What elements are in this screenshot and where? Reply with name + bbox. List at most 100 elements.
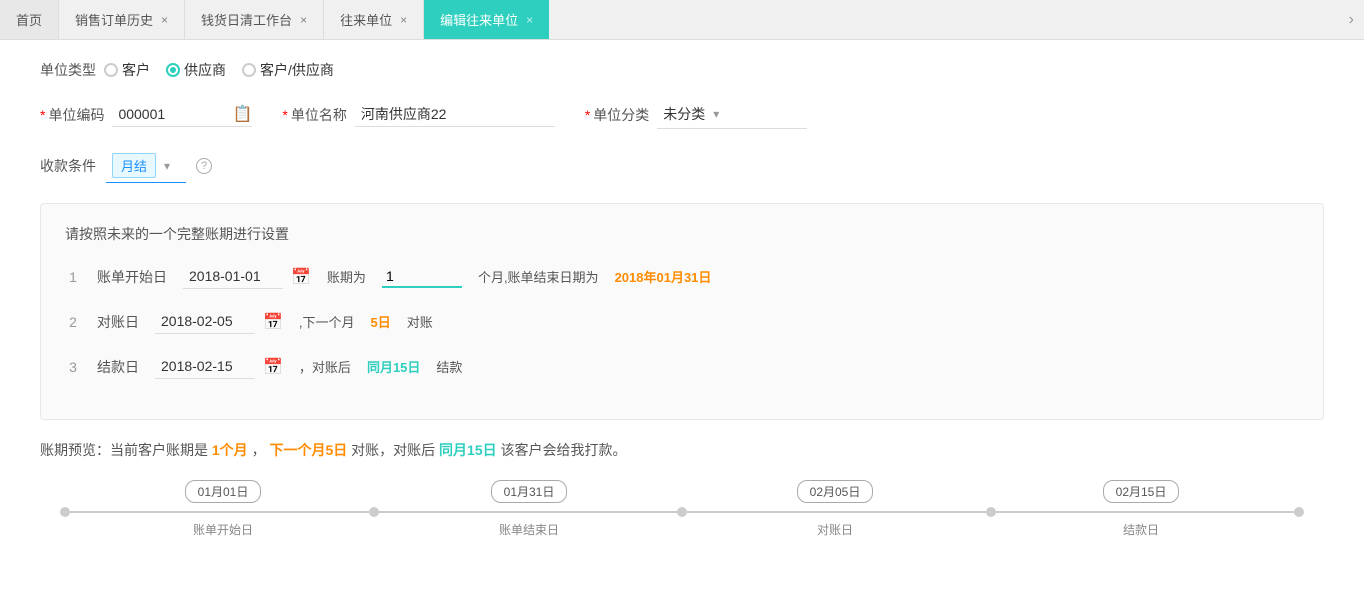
timeline-container: 01月01日 01月31日 02月05日 02月15日 xyxy=(40,480,1324,538)
timeline-badge-1-spacer: 01月31日 xyxy=(376,480,682,503)
timeline-badge-0: 01月01日 xyxy=(185,480,262,503)
period-label-2: 对账日 xyxy=(97,312,139,332)
period-suffix-2-highlight: 5日 xyxy=(371,312,391,331)
period-date-2: 📅 xyxy=(155,309,283,334)
timeline-badge-3-spacer: 02月15日 xyxy=(988,480,1294,503)
calendar-icon-1[interactable]: 📅 xyxy=(291,267,311,287)
period-suffix-3-highlight: 同月15日 xyxy=(367,357,420,376)
period-suffix-1: 账期为 xyxy=(327,267,366,286)
period-box: 请按照未来的一个完整账期进行设置 1 账单开始日 📅 账期为 个月,账单结束日期… xyxy=(40,203,1324,420)
category-value: 未分类 xyxy=(663,104,705,124)
code-group: 单位编码 📋 xyxy=(40,102,252,127)
preview-section: 账期预览：当前客户账期是 1个月 ， 下一个月5日 对账，对账后 同月15日 该… xyxy=(40,440,1324,538)
close-cash-work[interactable]: × xyxy=(300,13,307,27)
preview-part2: 下一个月5日 xyxy=(269,442,347,458)
period-date-input-2[interactable] xyxy=(155,309,255,334)
help-icon[interactable]: ? xyxy=(196,158,212,174)
radio-both[interactable]: 客户/供应商 xyxy=(242,60,334,80)
tab-home[interactable]: 首页 xyxy=(0,0,59,39)
category-select[interactable]: 未分类 ▾ xyxy=(657,100,807,129)
calendar-icon-2[interactable]: 📅 xyxy=(263,312,283,332)
timeline-line-2 xyxy=(379,511,678,513)
timeline-badge-2-spacer: 02月05日 xyxy=(682,480,988,503)
preview-part1: 1个月 xyxy=(212,442,248,458)
period-suffix-3-pre: ，对账后 xyxy=(299,357,351,376)
calendar-icon-3[interactable]: 📅 xyxy=(263,357,283,377)
collect-arrow-icon: ▾ xyxy=(164,159,170,173)
collect-label: 收款条件 xyxy=(40,156,96,176)
radio-both-circle xyxy=(242,63,256,77)
tab-edit-partner[interactable]: 编辑往来单位 × xyxy=(424,0,549,39)
timeline-label-2-spacer: 对账日 xyxy=(682,521,988,538)
tab-sales-history[interactable]: 销售订单历史 × xyxy=(59,0,185,39)
timeline-label-1-spacer: 账单结束日 xyxy=(376,521,682,538)
timeline-badge-3: 02月15日 xyxy=(1103,480,1180,503)
unit-type-group: 单位类型 客户 供应商 客户/供应商 xyxy=(40,60,334,80)
timeline-dot-start xyxy=(60,507,70,517)
radio-supplier[interactable]: 供应商 xyxy=(166,60,226,80)
tab-expand-button[interactable]: › xyxy=(1339,0,1364,39)
radio-group: 客户 供应商 客户/供应商 xyxy=(104,60,334,80)
main-content: 单位类型 客户 供应商 客户/供应商 单位编码 xyxy=(0,40,1364,608)
radio-customer[interactable]: 客户 xyxy=(104,60,150,80)
timeline-dot-2 xyxy=(677,507,687,517)
code-input-wrapper: 📋 xyxy=(112,102,252,127)
timeline-label-3-spacer: 结款日 xyxy=(988,521,1294,538)
name-group: 单位名称 xyxy=(282,102,554,127)
period-suffix-3-post: 结款 xyxy=(436,357,462,376)
collect-select[interactable]: 月结 ▾ xyxy=(106,149,186,183)
period-date-input-3[interactable] xyxy=(155,354,255,379)
category-label: 单位分类 xyxy=(585,105,649,125)
period-num-3: 3 xyxy=(65,359,81,375)
tab-partner[interactable]: 往来单位 × xyxy=(324,0,424,39)
timeline-dot-1 xyxy=(369,507,379,517)
timeline-labels-row: 账单开始日 账单结束日 对账日 结款日 xyxy=(60,521,1304,538)
code-icon[interactable]: 📋 xyxy=(232,104,252,124)
timeline-dot-end xyxy=(1294,507,1304,517)
timeline-badge-0-spacer: 01月01日 xyxy=(70,480,376,503)
period-suffix-2-post: 对账 xyxy=(407,312,433,331)
timeline-label-0-spacer: 账单开始日 xyxy=(70,521,376,538)
period-date-3: 📅 xyxy=(155,354,283,379)
timeline-line-3 xyxy=(687,511,986,513)
period-suffix2-1: 个月,账单结束日期为 xyxy=(478,267,599,286)
tab-bar: 首页 销售订单历史 × 钱货日清工作台 × 往来单位 × 编辑往来单位 × › xyxy=(0,0,1364,40)
period-suffix-2-pre: ,下一个月 xyxy=(299,312,355,331)
timeline-line-row xyxy=(60,507,1304,517)
period-months-input[interactable] xyxy=(382,266,462,288)
period-title: 请按照未来的一个完整账期进行设置 xyxy=(65,224,1299,244)
unit-type-label: 单位类型 xyxy=(40,60,96,80)
code-input[interactable] xyxy=(112,102,232,126)
code-label: 单位编码 xyxy=(40,105,104,125)
timeline-dot-3 xyxy=(986,507,996,517)
radio-customer-circle xyxy=(104,63,118,77)
form-main-row: 单位编码 📋 单位名称 单位分类 未分类 ▾ xyxy=(40,100,1324,129)
period-end-date-1: 2018年01月31日 xyxy=(615,267,712,286)
period-num-1: 1 xyxy=(65,269,81,285)
timeline-label-0: 账单开始日 xyxy=(193,521,253,538)
tab-cash-work[interactable]: 钱货日清工作台 × xyxy=(185,0,324,39)
unit-type-row: 单位类型 客户 供应商 客户/供应商 xyxy=(40,60,1324,80)
collect-value: 月结 xyxy=(112,153,156,178)
preview-part3: 同月15日 xyxy=(439,442,497,458)
close-partner[interactable]: × xyxy=(400,13,407,27)
close-edit-partner[interactable]: × xyxy=(526,13,533,27)
period-row-1: 1 账单开始日 📅 账期为 个月,账单结束日期为 2018年01月31日 xyxy=(65,264,1299,289)
name-input[interactable] xyxy=(355,102,555,127)
period-label-1: 账单开始日 xyxy=(97,267,167,287)
category-group: 单位分类 未分类 ▾ xyxy=(585,100,807,129)
period-row-3: 3 结款日 📅 ，对账后 同月15日 结款 xyxy=(65,354,1299,379)
close-sales-history[interactable]: × xyxy=(161,13,168,27)
timeline-line-1 xyxy=(70,511,369,513)
name-label: 单位名称 xyxy=(282,105,346,125)
timeline-label-3: 结款日 xyxy=(1123,521,1159,538)
timeline-line-4 xyxy=(996,511,1295,513)
timeline-label-1: 账单结束日 xyxy=(499,521,559,538)
radio-supplier-circle xyxy=(166,63,180,77)
period-date-input-1[interactable] xyxy=(183,264,283,289)
timeline-badges-row: 01月01日 01月31日 02月05日 02月15日 xyxy=(60,480,1304,503)
period-row-2: 2 对账日 📅 ,下一个月 5日 对账 xyxy=(65,309,1299,334)
collect-row: 收款条件 月结 ▾ ? xyxy=(40,149,1324,183)
category-arrow-icon: ▾ xyxy=(713,107,719,121)
preview-text: 账期预览：当前客户账期是 1个月 ， 下一个月5日 对账，对账后 同月15日 该… xyxy=(40,440,1324,460)
